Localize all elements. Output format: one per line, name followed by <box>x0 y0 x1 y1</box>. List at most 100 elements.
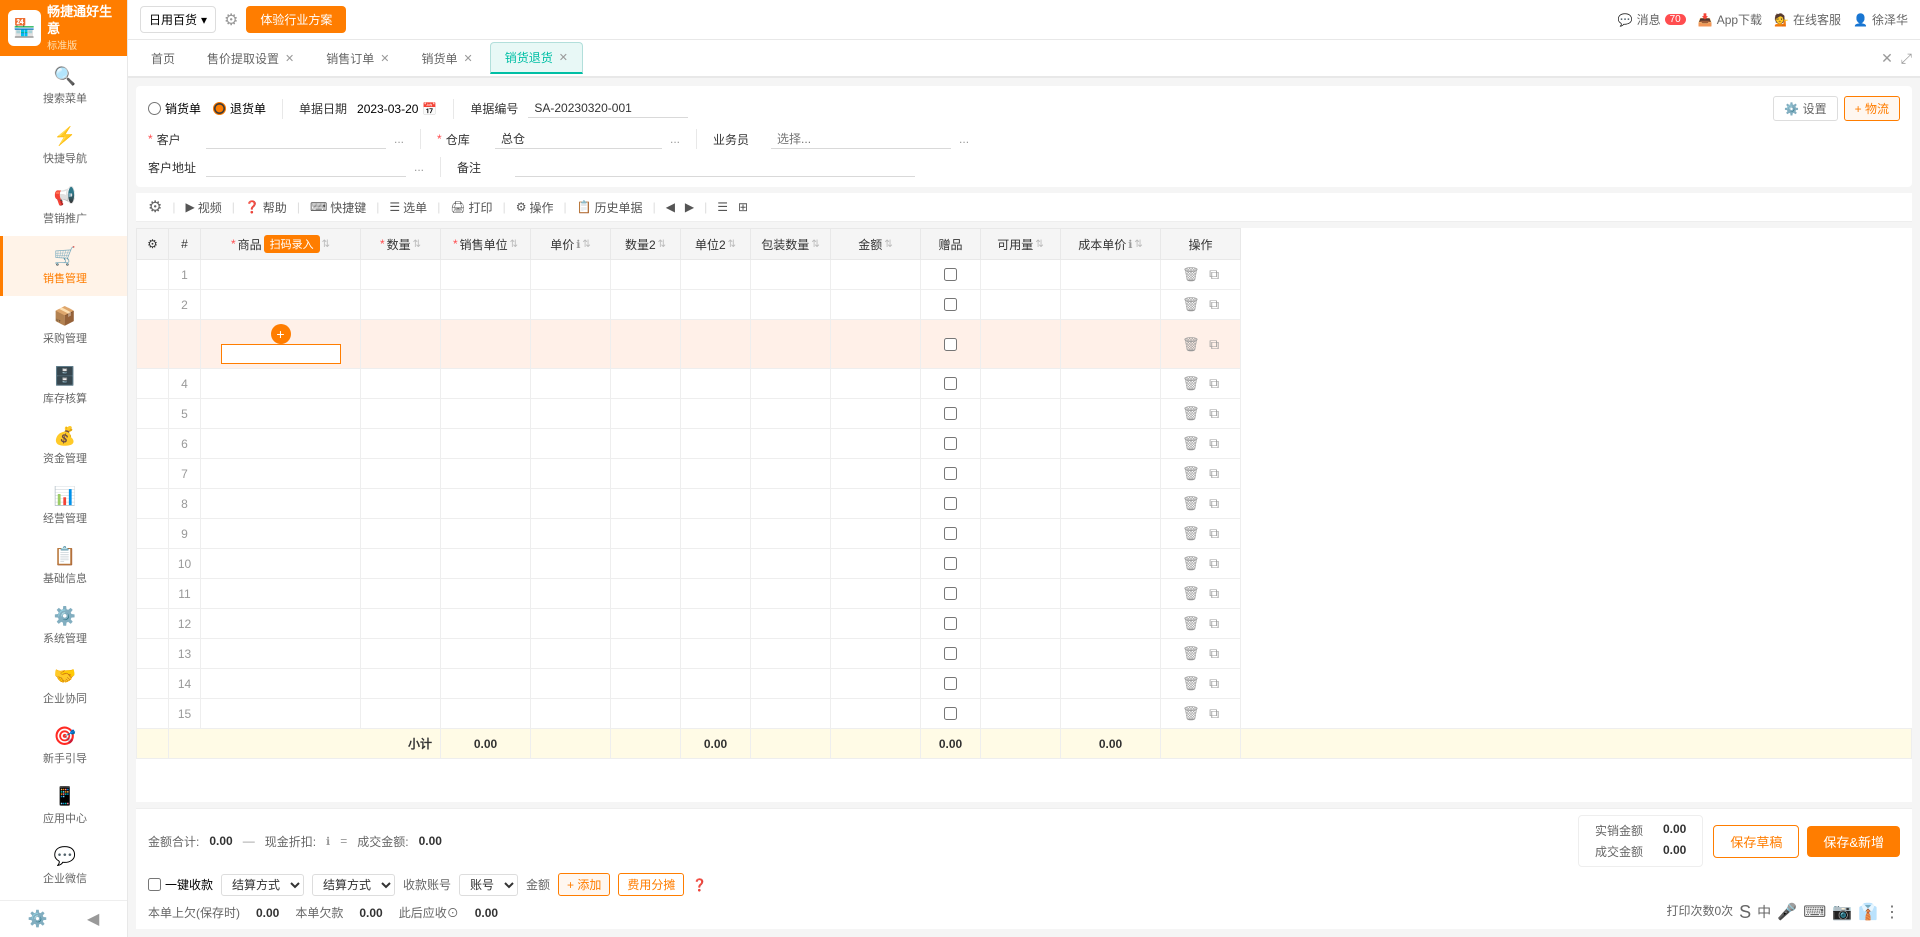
row-amount-col[interactable] <box>831 609 921 639</box>
row-copy-btn[interactable]: ⧉ <box>1206 405 1222 422</box>
row-qty2-col[interactable] <box>611 320 681 369</box>
row-cost-col[interactable] <box>1061 579 1161 609</box>
row-amount-col[interactable] <box>831 429 921 459</box>
row-price-col[interactable] <box>531 639 611 669</box>
warehouse-ellipsis[interactable]: ... <box>670 132 680 146</box>
sort-pack-icon[interactable]: ⇅ <box>811 239 819 250</box>
row-qty-col[interactable] <box>361 669 441 699</box>
row-cost-col[interactable] <box>1061 369 1161 399</box>
settings-bottom-icon[interactable]: ⚙️ <box>28 909 48 929</box>
row-product-col[interactable] <box>201 459 361 489</box>
row-avail-col[interactable] <box>981 459 1061 489</box>
row-cost-col[interactable] <box>1061 320 1161 369</box>
row-gift-col[interactable] <box>921 639 981 669</box>
row-qty2-col[interactable] <box>611 699 681 729</box>
row-amount-col[interactable] <box>831 699 921 729</box>
row-amount-col[interactable] <box>831 669 921 699</box>
row-cost-col[interactable] <box>1061 399 1161 429</box>
row-unit2-col[interactable] <box>681 429 751 459</box>
collapse-icon[interactable]: ◀ <box>87 909 99 929</box>
sidebar-item-purchase[interactable]: 📦采购管理 <box>0 296 127 356</box>
add-row-btn[interactable]: + <box>271 324 291 344</box>
row-copy-btn[interactable]: ⧉ <box>1206 645 1222 662</box>
row-copy-btn[interactable]: ⧉ <box>1206 615 1222 632</box>
row-gift-col[interactable] <box>921 579 981 609</box>
row-gift-col[interactable] <box>921 699 981 729</box>
row-qty-col[interactable] <box>361 549 441 579</box>
settings-col-icon[interactable]: ⚙ <box>148 197 162 217</box>
row-avail-col[interactable] <box>981 399 1061 429</box>
row-price-col[interactable] <box>531 320 611 369</box>
tab-sales-return[interactable]: 销货退货 ✕ <box>490 42 583 74</box>
row-copy-btn[interactable]: ⧉ <box>1206 465 1222 482</box>
row-gift-col[interactable] <box>921 519 981 549</box>
row-avail-col[interactable] <box>981 639 1061 669</box>
row-unit-col[interactable] <box>441 519 531 549</box>
sidebar-item-wechat[interactable]: 💬企业微信 <box>0 836 127 896</box>
row-delete-btn[interactable]: 🗑 <box>1179 465 1203 482</box>
sort-unit-icon[interactable]: ⇅ <box>510 239 518 250</box>
row-unit2-col[interactable] <box>681 459 751 489</box>
toolbar-help[interactable]: ❓ 帮助 <box>245 199 287 216</box>
row-unit-col[interactable] <box>441 669 531 699</box>
row-cost-col[interactable] <box>1061 260 1161 290</box>
row-unit-col[interactable] <box>441 609 531 639</box>
online-service-btn[interactable]: 💁 在线客服 <box>1774 11 1841 28</box>
radio-sales-input[interactable] <box>148 102 161 115</box>
row-unit-col[interactable] <box>441 429 531 459</box>
tab-sales-delivery[interactable]: 销货单 ✕ <box>406 43 487 74</box>
row-unit-col[interactable] <box>441 290 531 320</box>
row-gift-col[interactable] <box>921 429 981 459</box>
row-avail-col[interactable] <box>981 519 1061 549</box>
row-pack-col[interactable] <box>751 699 831 729</box>
row-price-col[interactable] <box>531 669 611 699</box>
gift-checkbox-9[interactable] <box>944 527 957 540</box>
row-amount-col[interactable] <box>831 639 921 669</box>
row-cost-col[interactable] <box>1061 489 1161 519</box>
row-delete-btn[interactable]: 🗑 <box>1179 645 1203 662</box>
toolbar-select[interactable]: ☰ 选单 <box>389 199 427 216</box>
row-copy-btn[interactable]: ⧉ <box>1206 296 1222 313</box>
row-cost-col[interactable] <box>1061 519 1161 549</box>
row-unit2-col[interactable] <box>681 369 751 399</box>
person-icon[interactable]: 👔 <box>1858 902 1878 923</box>
row-qty-col[interactable] <box>361 639 441 669</box>
sidebar-item-apps[interactable]: 📱应用中心 <box>0 776 127 836</box>
row-product-col[interactable] <box>201 489 361 519</box>
row-price-col[interactable] <box>531 579 611 609</box>
row-product-col[interactable] <box>201 639 361 669</box>
row-unit-col[interactable] <box>441 320 531 369</box>
price-info-icon[interactable]: ℹ <box>576 238 580 251</box>
customer-input[interactable] <box>206 130 386 149</box>
product-input-add[interactable] <box>221 344 341 364</box>
row-pack-col[interactable] <box>751 260 831 290</box>
settings-gear-icon[interactable]: ⚙ <box>224 10 238 30</box>
row-cost-col[interactable] <box>1061 639 1161 669</box>
row-qty-col[interactable] <box>361 609 441 639</box>
row-qty-col[interactable] <box>361 429 441 459</box>
row-unit-col[interactable] <box>441 459 531 489</box>
gift-checkbox-5[interactable] <box>944 407 957 420</box>
row-qty-col[interactable] <box>361 260 441 290</box>
row-unit-col[interactable] <box>441 489 531 519</box>
row-qty-col[interactable] <box>361 579 441 609</box>
fee-split-btn[interactable]: 费用分摊 <box>618 873 684 896</box>
row-unit2-col[interactable] <box>681 669 751 699</box>
row-qty-col[interactable] <box>361 399 441 429</box>
module-select[interactable]: 日用百货 ▾ <box>140 6 216 33</box>
row-pack-col[interactable] <box>751 549 831 579</box>
number-input[interactable] <box>528 99 688 118</box>
row-qty-col[interactable] <box>361 290 441 320</box>
gift-checkbox-3[interactable] <box>944 338 957 351</box>
row-cost-col[interactable] <box>1061 669 1161 699</box>
row-cost-col[interactable] <box>1061 609 1161 639</box>
save-new-btn[interactable]: 保存&新增 <box>1807 826 1900 857</box>
sidebar-item-guide[interactable]: 🎯新手引导 <box>0 716 127 776</box>
add-payment-btn[interactable]: + 添加 <box>558 873 610 896</box>
row-gift-col[interactable] <box>921 549 981 579</box>
row-gift-col[interactable] <box>921 399 981 429</box>
row-price-col[interactable] <box>531 549 611 579</box>
row-avail-col[interactable] <box>981 699 1061 729</box>
toolbar-video[interactable]: ▶ 视频 <box>185 199 221 216</box>
row-copy-btn[interactable]: ⧉ <box>1206 495 1222 512</box>
